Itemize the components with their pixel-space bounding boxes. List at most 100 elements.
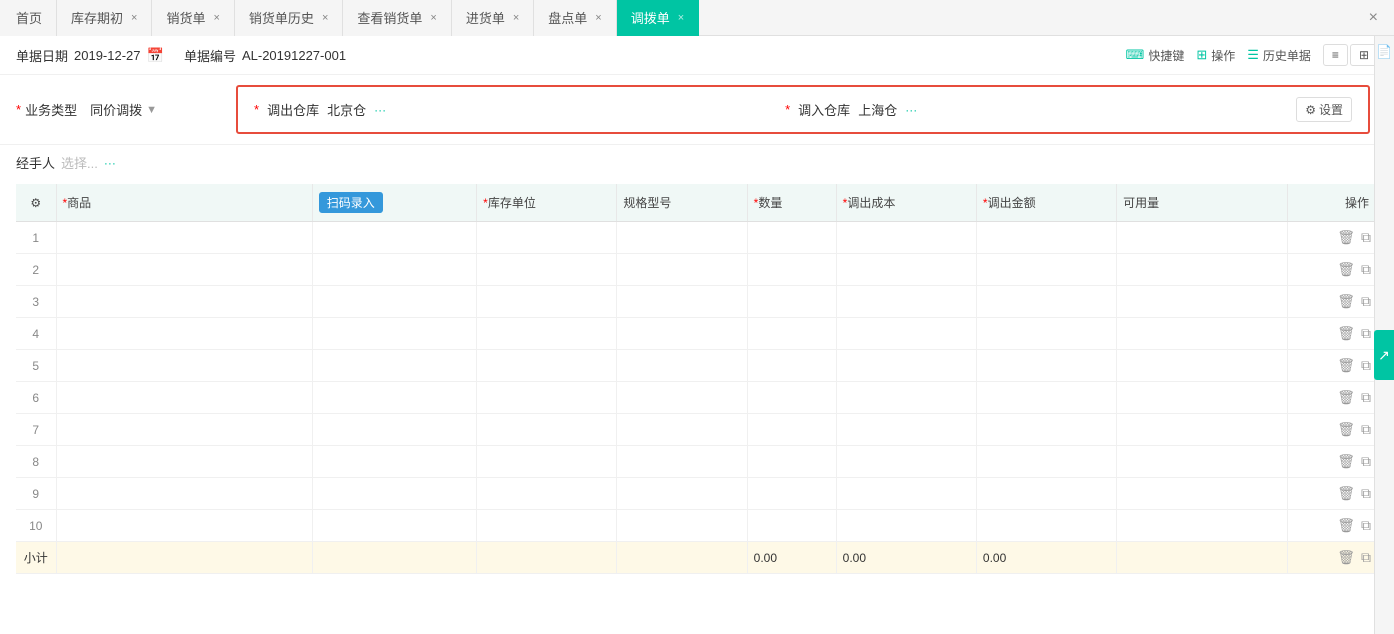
quantity-cell[interactable] — [747, 350, 836, 382]
expand-arrow-icon: ↗ — [1378, 347, 1390, 364]
amount-cell[interactable] — [976, 478, 1116, 510]
table-row: 7 🗑 ⧉ — [16, 414, 1378, 446]
tab-transfer-close[interactable]: × — [678, 12, 684, 24]
delete-icon[interactable]: 🗑 — [1337, 357, 1355, 374]
amount-cell[interactable] — [976, 318, 1116, 350]
tab-sales-history-close[interactable]: × — [322, 12, 328, 24]
product-cell[interactable] — [56, 254, 312, 286]
business-type-select[interactable]: 同价调拨 ▼ — [81, 95, 166, 124]
tab-sales-history[interactable]: 销货单历史 × — [235, 0, 343, 36]
tab-sales-order-close[interactable]: × — [213, 12, 219, 24]
operations-button[interactable]: ⊞ 操作 — [1196, 47, 1235, 64]
subtotal-empty1 — [56, 542, 312, 574]
tab-stocktake[interactable]: 盘点单 × — [534, 0, 616, 36]
quantity-cell[interactable] — [747, 382, 836, 414]
cost-cell[interactable] — [836, 446, 976, 478]
warehouse-out-more[interactable]: ··· — [374, 103, 386, 117]
cost-cell[interactable] — [836, 350, 976, 382]
delete-icon[interactable]: 🗑 — [1337, 485, 1355, 502]
delete-icon[interactable]: 🗑 — [1337, 229, 1355, 246]
amount-cell[interactable] — [976, 446, 1116, 478]
amount-cell[interactable] — [976, 254, 1116, 286]
product-cell[interactable] — [56, 350, 312, 382]
product-cell[interactable] — [56, 318, 312, 350]
copy-icon[interactable]: ⧉ — [1361, 389, 1371, 406]
warehouse-settings-button[interactable]: ⚙ 设置 — [1296, 97, 1352, 122]
amount-cell[interactable] — [976, 222, 1116, 254]
product-cell[interactable] — [56, 222, 312, 254]
amount-cell[interactable] — [976, 510, 1116, 542]
quantity-cell[interactable] — [747, 414, 836, 446]
tab-view-sales[interactable]: 查看销货单 × — [343, 0, 451, 36]
amount-cell[interactable] — [976, 350, 1116, 382]
window-close-button[interactable]: × — [1361, 9, 1386, 27]
copy-icon[interactable]: ⧉ — [1361, 325, 1371, 342]
product-cell[interactable] — [56, 446, 312, 478]
product-cell[interactable] — [56, 382, 312, 414]
tab-initial-inventory-close[interactable]: × — [131, 12, 137, 24]
scan-button[interactable]: 扫码录入 — [319, 192, 383, 213]
tab-initial-inventory[interactable]: 库存期初 × — [57, 0, 152, 36]
copy-icon[interactable]: ⧉ — [1361, 453, 1371, 470]
delete-icon[interactable]: 🗑 — [1337, 549, 1355, 566]
gear-settings-icon[interactable]: ⚙ — [30, 196, 41, 210]
quantity-cell[interactable] — [747, 510, 836, 542]
layout-list-button[interactable]: ≡ — [1323, 44, 1348, 66]
delete-icon[interactable]: 🗑 — [1337, 389, 1355, 406]
operator-more[interactable]: ··· — [104, 156, 116, 170]
delete-icon[interactable]: 🗑 — [1337, 421, 1355, 438]
table-row: 4 🗑 ⧉ — [16, 318, 1378, 350]
row-number: 1 — [16, 222, 56, 254]
cost-cell[interactable] — [836, 382, 976, 414]
tab-sales-order[interactable]: 销货单 × — [152, 0, 234, 36]
delete-icon[interactable]: 🗑 — [1337, 517, 1355, 534]
tab-stocktake-close[interactable]: × — [595, 12, 601, 24]
copy-icon[interactable]: ⧉ — [1361, 357, 1371, 374]
quantity-cell[interactable] — [747, 478, 836, 510]
copy-icon[interactable]: ⧉ — [1361, 229, 1371, 246]
right-panel-doc-icon[interactable]: 📄 — [1376, 40, 1392, 64]
delete-icon[interactable]: 🗑 — [1337, 261, 1355, 278]
copy-icon[interactable]: ⧉ — [1361, 549, 1371, 566]
cost-cell[interactable] — [836, 414, 976, 446]
amount-cell[interactable] — [976, 286, 1116, 318]
product-cell[interactable] — [56, 478, 312, 510]
product-cell[interactable] — [56, 286, 312, 318]
spec-cell — [477, 222, 617, 254]
warehouse-out-label: 调出仓库 — [267, 100, 319, 119]
cost-cell[interactable] — [836, 254, 976, 286]
calendar-icon[interactable]: 📅 — [147, 47, 164, 64]
cost-cell[interactable] — [836, 318, 976, 350]
shortcuts-button[interactable]: ⌨ 快捷键 — [1126, 47, 1185, 64]
copy-icon[interactable]: ⧉ — [1361, 485, 1371, 502]
cost-cell[interactable] — [836, 510, 976, 542]
tab-transfer[interactable]: 调拨单 × — [617, 0, 699, 36]
cost-cell[interactable] — [836, 478, 976, 510]
cost-cell[interactable] — [836, 222, 976, 254]
history-button[interactable]: ☰ 历史单据 — [1247, 47, 1311, 64]
tab-purchase-order-close[interactable]: × — [513, 12, 519, 24]
quantity-cell[interactable] — [747, 318, 836, 350]
operator-placeholder[interactable]: 选择... — [61, 153, 98, 172]
copy-icon[interactable]: ⧉ — [1361, 517, 1371, 534]
quantity-cell[interactable] — [747, 254, 836, 286]
cost-cell[interactable] — [836, 286, 976, 318]
copy-icon[interactable]: ⧉ — [1361, 421, 1371, 438]
tab-purchase-order[interactable]: 进货单 × — [452, 0, 534, 36]
quantity-cell[interactable] — [747, 446, 836, 478]
expand-icon[interactable]: ↗ — [1374, 330, 1394, 380]
quantity-cell[interactable] — [747, 286, 836, 318]
copy-icon[interactable]: ⧉ — [1361, 261, 1371, 278]
delete-icon[interactable]: 🗑 — [1337, 325, 1355, 342]
tab-view-sales-close[interactable]: × — [430, 12, 436, 24]
amount-cell[interactable] — [976, 414, 1116, 446]
delete-icon[interactable]: 🗑 — [1337, 453, 1355, 470]
quantity-cell[interactable] — [747, 222, 836, 254]
delete-icon[interactable]: 🗑 — [1337, 293, 1355, 310]
product-cell[interactable] — [56, 414, 312, 446]
copy-icon[interactable]: ⧉ — [1361, 293, 1371, 310]
tab-home[interactable]: 首页 — [0, 0, 57, 36]
warehouse-in-more[interactable]: ··· — [905, 103, 917, 117]
amount-cell[interactable] — [976, 382, 1116, 414]
product-cell[interactable] — [56, 510, 312, 542]
